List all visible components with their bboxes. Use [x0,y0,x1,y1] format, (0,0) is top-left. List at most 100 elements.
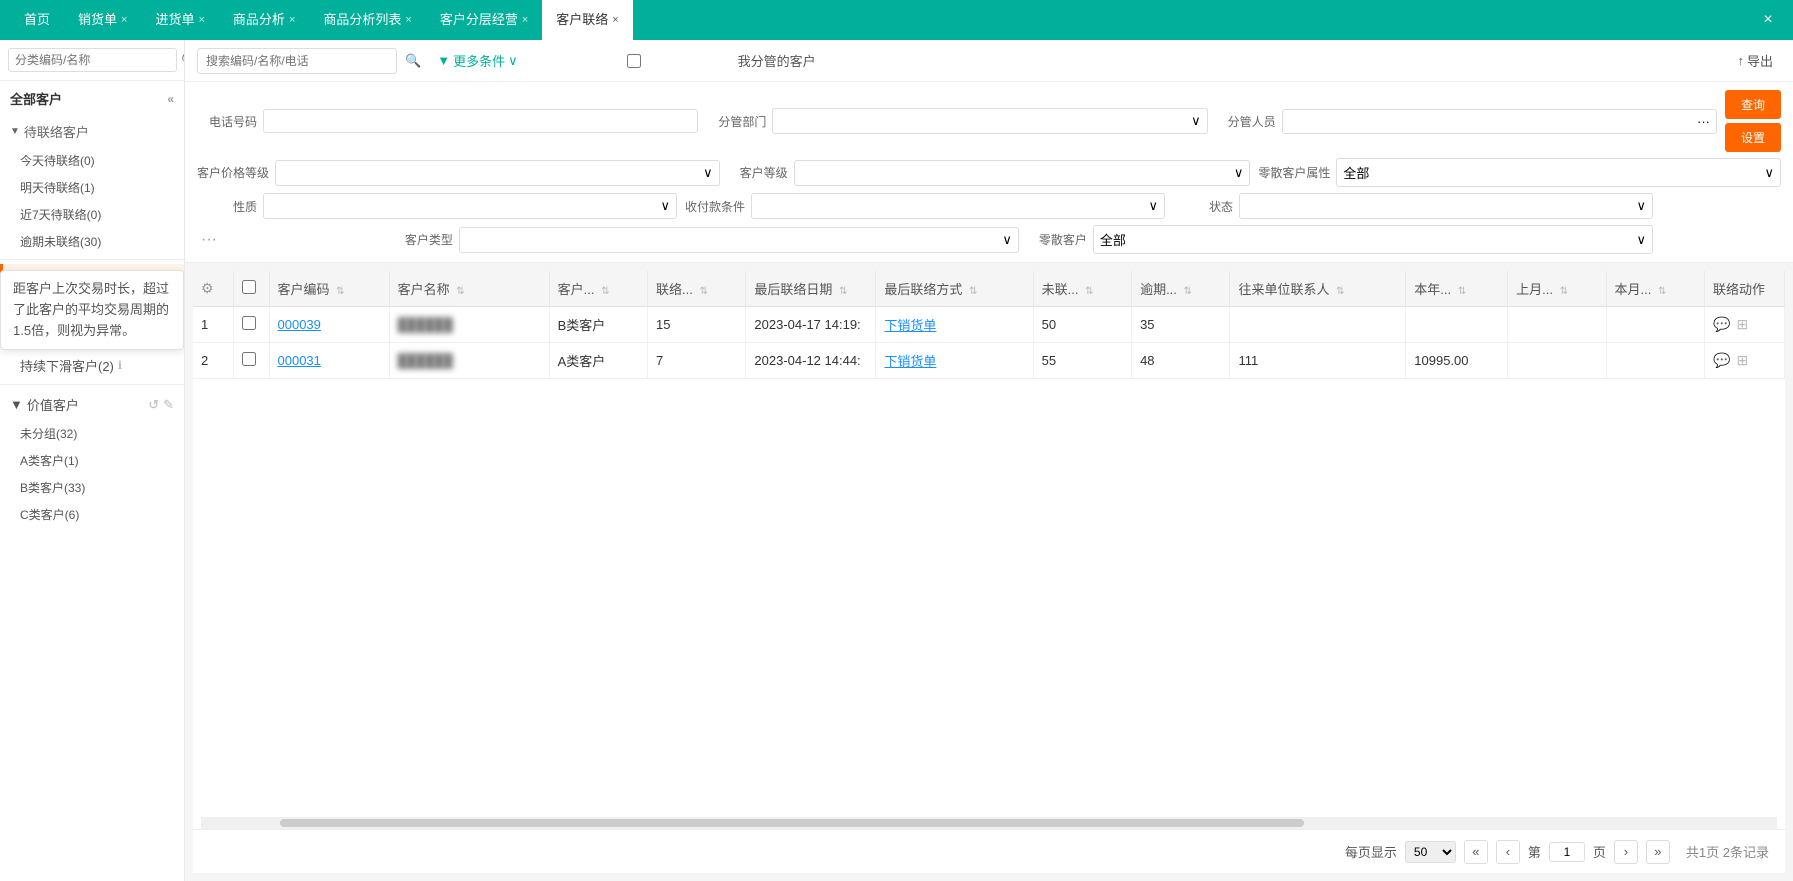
sort-year-icon[interactable]: ⇅ [1458,286,1466,297]
last-page-btn[interactable]: » [1646,840,1670,864]
sort-uncontacted-icon[interactable]: ⇅ [1085,286,1093,297]
col-checkbox [233,271,269,307]
nav-purchase[interactable]: 进货单 × [141,0,218,40]
row2-last-method[interactable]: 下销货单 [876,343,1033,379]
my-customers-checkbox[interactable] [534,54,734,68]
sidebar-search-input[interactable] [8,48,177,72]
filter-customer-level: 客户等级 ∨ [728,160,1251,186]
row1-code[interactable]: 000039 [269,307,389,343]
scatter-attr-dropdown-icon: ∨ [1765,165,1775,181]
scrollbar-thumb[interactable] [280,819,1304,827]
page-number-input[interactable] [1549,842,1585,862]
settings-button[interactable]: 设置 [1725,123,1781,152]
dept-select[interactable]: ∨ [772,108,1207,134]
sort-last-month-icon[interactable]: ⇅ [1560,286,1568,297]
nav-sales[interactable]: 销货单 × [64,0,141,40]
nav-purchase-close[interactable]: × [198,0,204,40]
col-uncontacted: 未联... ⇅ [1033,271,1131,307]
row2-code[interactable]: 000031 [269,343,389,379]
manager-select[interactable]: ··· [1282,109,1717,134]
filter-row-3: 性质 ∨ 收付款条件 ∨ 状态 [197,193,1781,219]
sort-type-icon[interactable]: ⇅ [601,286,609,297]
nav-customer-contact[interactable]: 客户联络 × [542,0,632,40]
table-scroll[interactable]: ⚙ 客户编码 ⇅ 客户名称 ⇅ [193,271,1785,817]
declining-info-icon[interactable]: ℹ [118,359,122,372]
row2-select-checkbox[interactable] [242,352,256,366]
sort-contact-icon[interactable]: ⇅ [699,286,707,297]
sidebar-b-customers[interactable]: B类客户(33) [0,474,184,501]
query-button[interactable]: 查询 [1725,90,1781,119]
window-close-button[interactable]: × [1753,5,1783,35]
advanced-filters: 电话号码 分管部门 ∨ 分管人员 ··· [185,82,1793,263]
gender-select[interactable]: ∨ [263,193,677,219]
more-conditions-btn[interactable]: ▼ 更多条件 ∨ [429,46,525,75]
status-dropdown-icon: ∨ [1636,198,1646,214]
price-level-dropdown-icon: ∨ [703,165,713,181]
sort-this-month-icon[interactable]: ⇅ [1658,286,1666,297]
customer-type-select[interactable]: ∨ [459,227,1019,253]
next-page-btn[interactable]: › [1614,840,1638,864]
nav-product-list[interactable]: 商品分析列表 × [309,0,425,40]
sidebar-value-customers-section[interactable]: ▼ 价值客户 ↺ ✎ [0,389,184,420]
nav-product-list-close[interactable]: × [405,0,411,40]
table-row: 2 000031 ██████ A类客户 7 2023-04-12 14:44: [193,343,1785,379]
first-page-btn[interactable]: « [1464,840,1488,864]
scatter-attr-select[interactable]: 全部 ∨ [1336,158,1781,187]
value-customers-refresh-icon[interactable]: ↺ [148,397,159,413]
row2-contact-icon[interactable]: 💬 [1713,352,1730,369]
row1-contact-icon[interactable]: 💬 [1713,316,1730,333]
row1-more-icon[interactable]: ⊞ [1736,316,1748,333]
page-size-select[interactable]: 50 100 200 [1405,841,1456,863]
sidebar-declining-customers[interactable]: 持续下滑客户(2) ℹ [0,351,184,380]
table-settings-icon[interactable]: ⚙ [201,280,214,296]
horizontal-scrollbar[interactable] [201,817,1777,829]
customer-level-select[interactable]: ∨ [794,160,1251,186]
sidebar-a-customers[interactable]: A类客户(1) [0,447,184,474]
export-button[interactable]: ↑ 导出 [1729,46,1781,75]
top-nav: 首页 销货单 × 进货单 × 商品分析 × 商品分析列表 × 客户分层经营 × … [0,0,1793,40]
sort-overdue-icon[interactable]: ⇅ [1184,286,1192,297]
prev-page-btn[interactable]: ‹ [1496,840,1520,864]
select-all-checkbox[interactable] [242,280,256,294]
sidebar-all-customers[interactable]: 全部客户 « [0,81,184,116]
row2-this-month [1606,343,1705,379]
row1-last-method[interactable]: 下销货单 [876,307,1033,343]
nav-sales-close[interactable]: × [121,0,127,40]
sidebar-week-pending[interactable]: 近7天待联络(0) [0,201,184,228]
nav-product-analysis[interactable]: 商品分析 × [219,0,309,40]
sort-name-icon[interactable]: ⇅ [456,286,464,297]
my-customers-checkbox-area[interactable]: 我分管的客户 [534,51,816,70]
sort-method-icon[interactable]: ⇅ [969,286,977,297]
status-select[interactable]: ∨ [1239,193,1653,219]
search-input[interactable] [197,48,397,74]
nav-customer-contact-close[interactable]: × [612,0,618,40]
more-filter-dots[interactable]: ··· [197,231,221,249]
value-customers-edit-icon[interactable]: ✎ [163,397,174,413]
col-settings[interactable]: ⚙ [193,271,233,307]
sidebar-overdue-contact[interactable]: 逾期未联络(30) [0,228,184,255]
sort-person-icon[interactable]: ⇅ [1336,286,1344,297]
payment-select[interactable]: ∨ [751,193,1165,219]
sidebar-c-customers[interactable]: C类客户(6) [0,501,184,528]
nav-customer-segment[interactable]: 客户分层经营 × [426,0,542,40]
sidebar-ungrouped[interactable]: 未分组(32) [0,420,184,447]
sidebar-collapse-btn[interactable]: « [167,92,174,106]
price-level-select[interactable]: ∨ [275,160,720,186]
sort-date-icon[interactable]: ⇅ [839,286,847,297]
sidebar-search-button[interactable]: 🔍 [181,48,185,72]
sidebar-tomorrow-pending[interactable]: 明天待联络(1) [0,174,184,201]
col-last-month: 上月... ⇅ [1508,271,1606,307]
scatter-customer-select[interactable]: 全部 ∨ [1093,225,1653,254]
nav-customer-segment-close[interactable]: × [522,0,528,40]
row1-last-date: 2023-04-17 14:19: [746,307,876,343]
row1-select-checkbox[interactable] [242,316,256,330]
sidebar-today-pending[interactable]: 今天待联络(0) [0,147,184,174]
nav-product-analysis-close[interactable]: × [289,0,295,40]
row2-more-icon[interactable]: ⊞ [1736,352,1748,369]
nav-home[interactable]: 首页 [10,0,64,40]
sidebar-pending-contact-section[interactable]: ▼ 待联络客户 [0,116,184,147]
phone-input[interactable] [263,109,698,133]
search-icon[interactable]: 🔍 [405,53,421,69]
sort-code-icon[interactable]: ⇅ [336,286,344,297]
filter-payment: 收付款条件 ∨ [685,193,1165,219]
